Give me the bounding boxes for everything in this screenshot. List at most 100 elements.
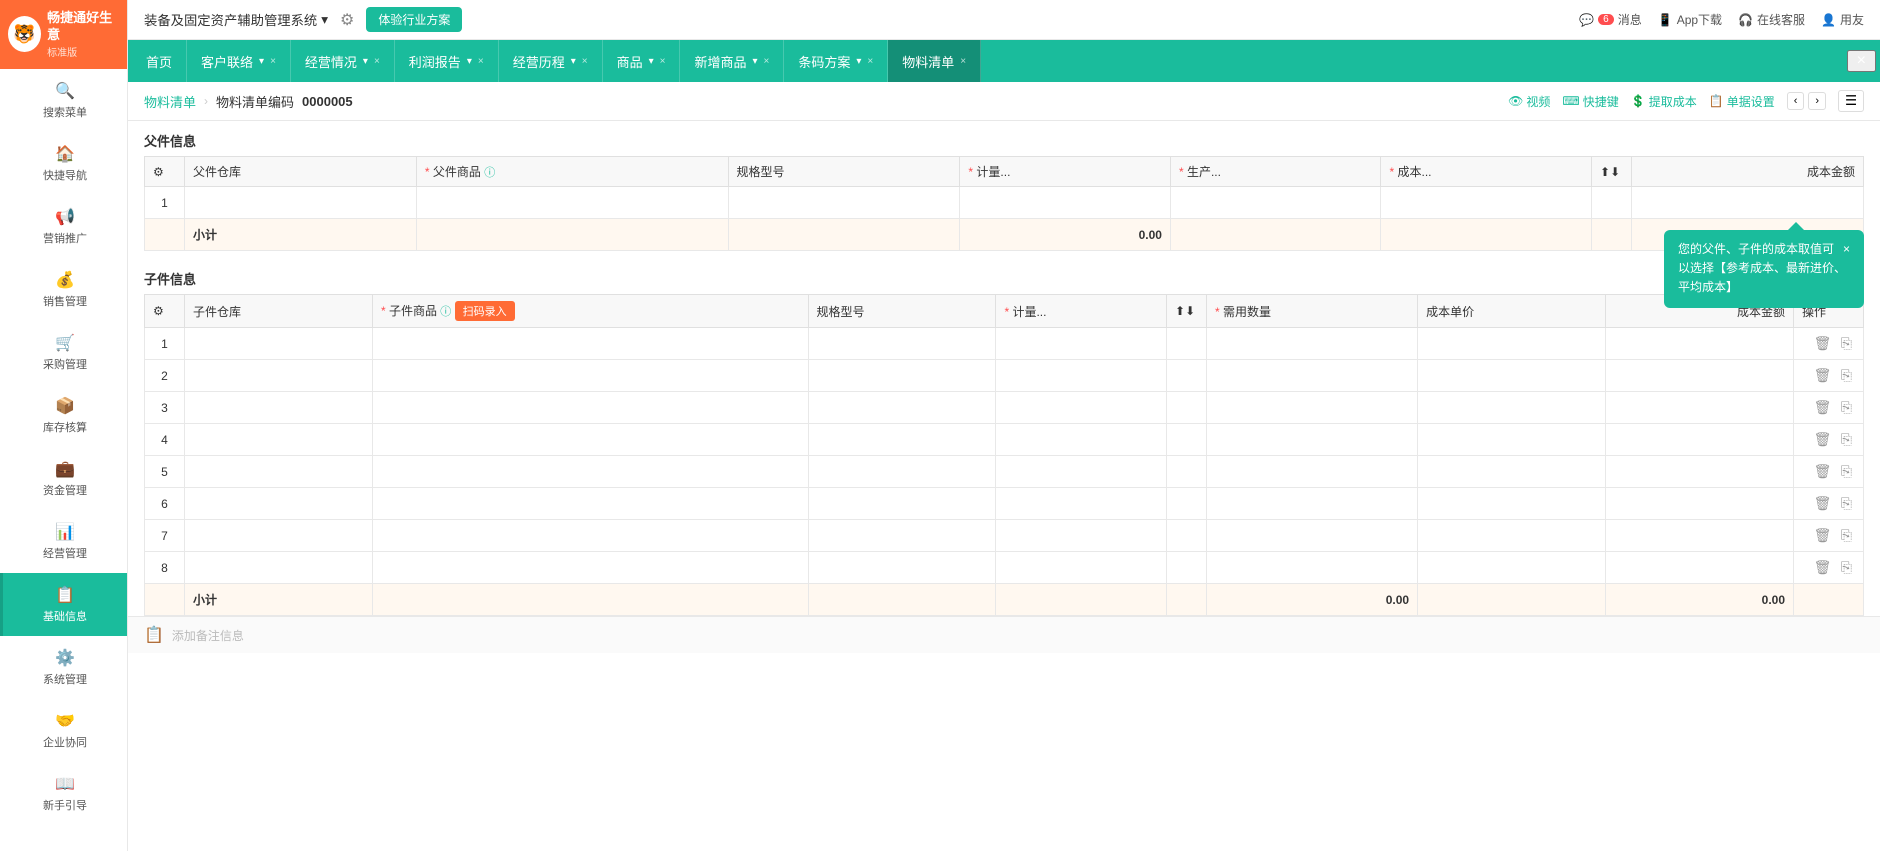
- trial-button[interactable]: 体验行业方案: [366, 7, 462, 32]
- child-unit-cell-2[interactable]: [996, 360, 1167, 392]
- delete-row-5-button[interactable]: 🗑: [1814, 463, 1832, 479]
- child-unit-cell-4[interactable]: [996, 424, 1167, 456]
- delete-row-8-button[interactable]: 🗑: [1814, 559, 1832, 575]
- sidebar-item-basic[interactable]: 📋 基础信息: [0, 573, 127, 636]
- parent-spec-cell[interactable]: [728, 187, 960, 219]
- child-unit-cost-cell-1[interactable]: [1418, 328, 1606, 360]
- nav-tab-material-list-close[interactable]: ×: [960, 56, 966, 67]
- child-unit-cell-3[interactable]: [996, 392, 1167, 424]
- child-warehouse-cell-1[interactable]: [185, 328, 373, 360]
- child-quantity-cell-1[interactable]: [1207, 328, 1418, 360]
- prev-record-button[interactable]: ‹: [1787, 92, 1805, 110]
- sidebar-item-search[interactable]: 🔍 搜索菜单: [0, 69, 127, 132]
- sidebar-item-system[interactable]: ⚙️ 系统管理: [0, 636, 127, 699]
- header-message[interactable]: 💬6消息: [1579, 11, 1642, 28]
- nav-tab-operations-status-close[interactable]: ×: [374, 56, 380, 67]
- child-goods-cell-4[interactable]: [372, 424, 808, 456]
- child-spec-cell-8[interactable]: [808, 552, 996, 584]
- copy-row-4-button[interactable]: ⎘: [1841, 431, 1852, 447]
- parent-unit-cell[interactable]: [960, 187, 1171, 219]
- child-warehouse-cell-5[interactable]: [185, 456, 373, 488]
- delete-row-4-button[interactable]: 🗑: [1814, 431, 1832, 447]
- sidebar-item-guide[interactable]: 📖 新手引导: [0, 762, 127, 825]
- sidebar-item-operations[interactable]: 📊 经营管理: [0, 510, 127, 573]
- header-app[interactable]: 📱App下载: [1658, 11, 1722, 28]
- child-unit-cost-cell-2[interactable]: [1418, 360, 1606, 392]
- view-action[interactable]: 👁 视频: [1508, 93, 1550, 110]
- child-warehouse-cell-2[interactable]: [185, 360, 373, 392]
- child-goods-cell-5[interactable]: [372, 456, 808, 488]
- child-goods-cell-8[interactable]: [372, 552, 808, 584]
- child-unit-cost-cell-5[interactable]: [1418, 456, 1606, 488]
- nav-tab-profit[interactable]: 利润报告▾×: [395, 40, 499, 82]
- child-spec-cell-6[interactable]: [808, 488, 996, 520]
- parent-goods-cell[interactable]: [416, 187, 728, 219]
- child-unit-cell-8[interactable]: [996, 552, 1167, 584]
- parent-cost-cell[interactable]: [1381, 187, 1592, 219]
- nav-tab-home[interactable]: 首页: [132, 40, 187, 82]
- tooltip-close-button[interactable]: ×: [1843, 240, 1850, 259]
- child-unit-cost-cell-3[interactable]: [1418, 392, 1606, 424]
- child-unit-cost-cell-4[interactable]: [1418, 424, 1606, 456]
- child-unit-cost-cell-8[interactable]: [1418, 552, 1606, 584]
- child-warehouse-cell-6[interactable]: [185, 488, 373, 520]
- copy-row-6-button[interactable]: ⎘: [1841, 495, 1852, 511]
- child-goods-cell-1[interactable]: [372, 328, 808, 360]
- child-th-settings[interactable]: ⚙: [145, 295, 185, 328]
- copy-row-5-button[interactable]: ⎘: [1841, 463, 1852, 479]
- copy-row-3-button[interactable]: ⎘: [1841, 399, 1852, 415]
- sidebar-item-collab[interactable]: 🤝 企业协同: [0, 699, 127, 762]
- child-warehouse-cell-3[interactable]: [185, 392, 373, 424]
- copy-row-7-button[interactable]: ⎘: [1841, 527, 1852, 543]
- sidebar-item-sales[interactable]: 💰 销售管理: [0, 258, 127, 321]
- child-spec-cell-5[interactable]: [808, 456, 996, 488]
- header-user[interactable]: 👤用友: [1821, 11, 1864, 28]
- child-spec-cell-7[interactable]: [808, 520, 996, 552]
- nav-tab-ops-history-close[interactable]: ×: [582, 56, 588, 67]
- gear-button[interactable]: ⚙: [340, 10, 354, 30]
- nav-tab-goods[interactable]: 商品▾×: [603, 40, 681, 82]
- child-unit-cell-7[interactable]: [996, 520, 1167, 552]
- child-quantity-cell-6[interactable]: [1207, 488, 1418, 520]
- nav-tab-profit-close[interactable]: ×: [478, 56, 484, 67]
- sidebar-item-inventory[interactable]: 📦 库存核算: [0, 384, 127, 447]
- doc-settings-action[interactable]: 📋 单据设置: [1709, 93, 1775, 110]
- child-unit-cell-1[interactable]: [996, 328, 1167, 360]
- list-view-button[interactable]: ☰: [1838, 90, 1864, 112]
- sidebar-item-finance[interactable]: 💼 资金管理: [0, 447, 127, 510]
- child-quantity-cell-5[interactable]: [1207, 456, 1418, 488]
- child-goods-cell-2[interactable]: [372, 360, 808, 392]
- sidebar-logo[interactable]: 🐯 畅捷通好生意 标准版: [0, 0, 127, 69]
- note-hint[interactable]: 添加备注信息: [172, 627, 244, 644]
- close-all-tabs-button[interactable]: ×: [1847, 50, 1876, 72]
- parent-production-cell[interactable]: [1170, 187, 1381, 219]
- shortcut-action[interactable]: ⌨ 快捷键: [1562, 93, 1618, 110]
- parent-warehouse-cell[interactable]: [185, 187, 417, 219]
- copy-row-1-button[interactable]: ⎘: [1841, 335, 1852, 351]
- child-quantity-cell-3[interactable]: [1207, 392, 1418, 424]
- child-quantity-cell-7[interactable]: [1207, 520, 1418, 552]
- child-warehouse-cell-8[interactable]: [185, 552, 373, 584]
- sidebar-item-marketing[interactable]: 📢 营销推广: [0, 195, 127, 258]
- child-unit-cell-5[interactable]: [996, 456, 1167, 488]
- copy-row-8-button[interactable]: ⎘: [1841, 559, 1852, 575]
- nav-tab-customer-close[interactable]: ×: [270, 56, 276, 67]
- child-spec-cell-3[interactable]: [808, 392, 996, 424]
- scan-input-button[interactable]: 扫码录入: [455, 301, 515, 321]
- nav-tab-goods-close[interactable]: ×: [660, 56, 666, 67]
- copy-row-2-button[interactable]: ⎘: [1841, 367, 1852, 383]
- delete-row-1-button[interactable]: 🗑: [1814, 335, 1832, 351]
- sidebar-item-quick-nav[interactable]: 🏠 快捷导航: [0, 132, 127, 195]
- breadcrumb-link[interactable]: 物料清单: [144, 92, 196, 111]
- child-quantity-cell-4[interactable]: [1207, 424, 1418, 456]
- next-record-button[interactable]: ›: [1808, 92, 1826, 110]
- child-warehouse-cell-4[interactable]: [185, 424, 373, 456]
- delete-row-7-button[interactable]: 🗑: [1814, 527, 1832, 543]
- child-spec-cell-4[interactable]: [808, 424, 996, 456]
- nav-tab-new-goods[interactable]: 新增商品▾×: [680, 40, 784, 82]
- child-quantity-cell-8[interactable]: [1207, 552, 1418, 584]
- nav-tab-operations-status[interactable]: 经营情况▾×: [291, 40, 395, 82]
- nav-tab-material-list[interactable]: 物料清单×: [888, 40, 981, 82]
- nav-tab-barcode[interactable]: 条码方案▾×: [784, 40, 888, 82]
- sidebar-item-purchase[interactable]: 🛒 采购管理: [0, 321, 127, 384]
